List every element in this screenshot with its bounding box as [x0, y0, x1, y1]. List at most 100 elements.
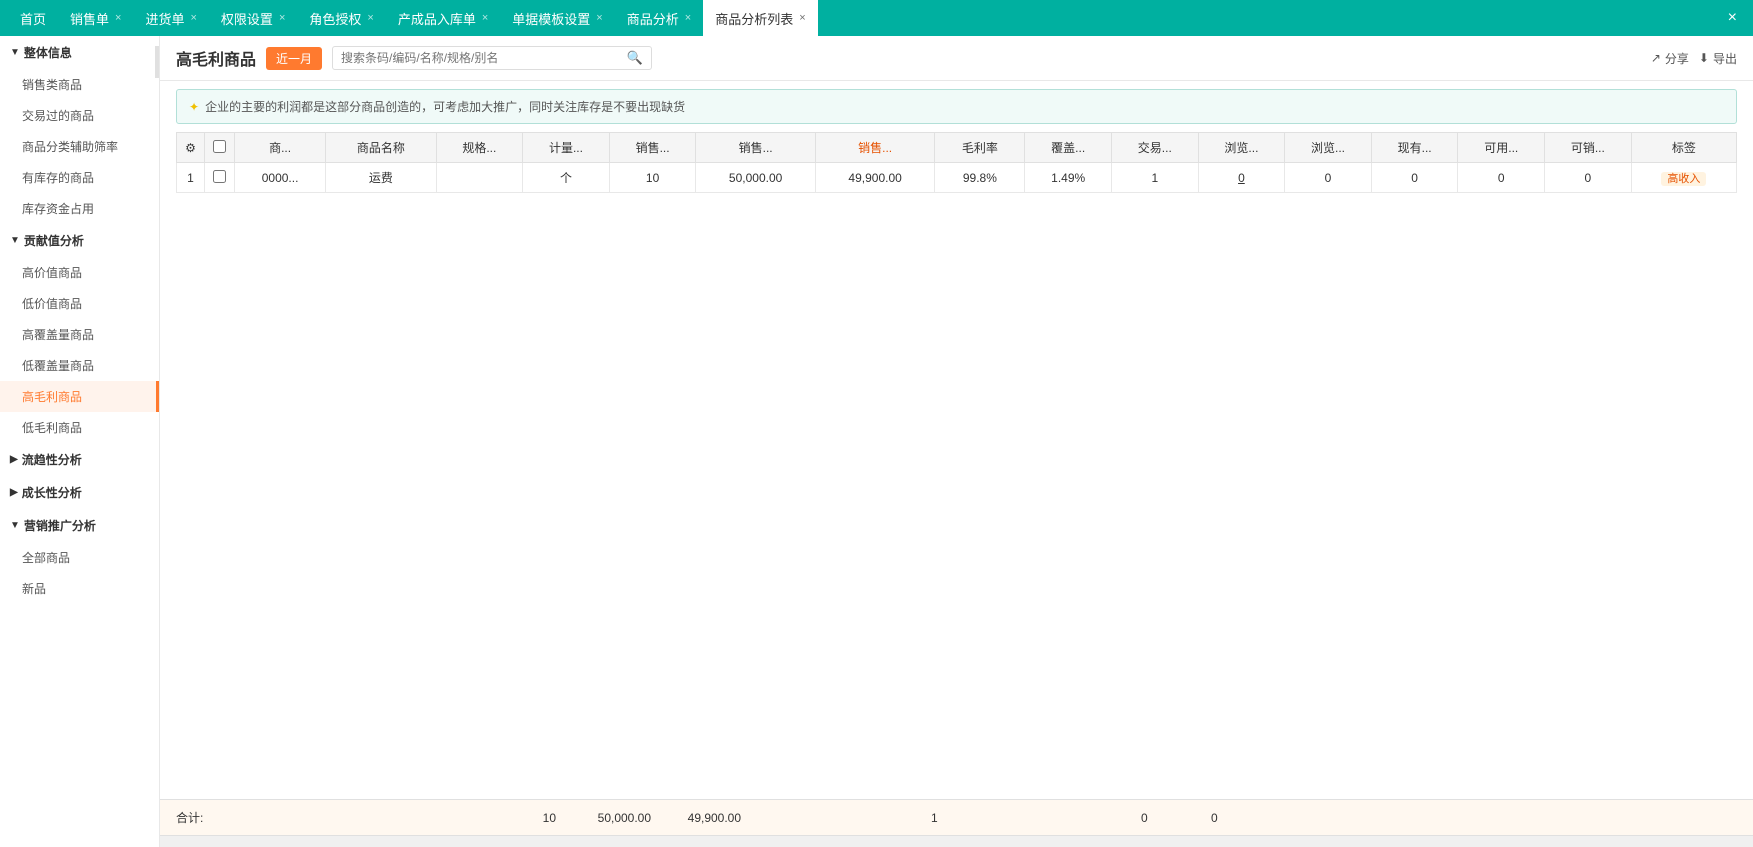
sidebar-item-high-value[interactable]: 高价值商品 — [0, 257, 159, 288]
header-actions: ↗ 分享 ⬇ 导出 — [1651, 50, 1737, 67]
search-input[interactable] — [341, 51, 627, 65]
cell-check[interactable] — [205, 163, 235, 193]
top-navigation: 首页 销售单 × 进货单 × 权限设置 × 角色授权 × 产成品入库单 × 单据… — [0, 0, 1753, 36]
sidebar-item-stock-capital[interactable]: 库存资金占用 — [0, 193, 159, 224]
close-purchase-order[interactable]: × — [190, 12, 196, 24]
content-area: 高毛利商品 近一月 🔍 ↗ 分享 ⬇ 导出 ✦ 企业的主要的利润都是这部分商品创… — [160, 36, 1753, 847]
cell-sales-amount: 50,000.00 — [696, 163, 816, 193]
info-star-icon: ✦ — [189, 100, 199, 114]
sidebar-item-traded-goods[interactable]: 交易过的商品 — [0, 100, 159, 131]
th-current-stock[interactable]: 现有... — [1371, 133, 1458, 163]
close-role-permission[interactable]: × — [367, 12, 373, 24]
cell-available: 0 — [1458, 163, 1545, 193]
close-template-settings[interactable]: × — [596, 12, 602, 24]
close-product-analysis[interactable]: × — [685, 12, 691, 24]
cell-saleable: 0 — [1545, 163, 1632, 193]
nav-product-entry[interactable]: 产成品入库单 × — [386, 0, 500, 36]
cell-index: 1 — [177, 163, 205, 193]
th-settings[interactable]: ⚙ — [177, 133, 205, 163]
sidebar-group-trend-analysis[interactable]: ▶ 流趋性分析 — [0, 443, 159, 476]
footer-transactions: 1 — [899, 811, 969, 825]
sidebar-item-low-sales-volume[interactable]: 低覆盖量商品 — [0, 350, 159, 381]
sidebar-item-high-sales-volume[interactable]: 高覆盖量商品 — [0, 319, 159, 350]
growth-analysis-arrow: ▶ — [10, 487, 18, 498]
share-button[interactable]: ↗ 分享 — [1651, 50, 1689, 67]
export-icon: ⬇ — [1699, 51, 1709, 65]
nav-home[interactable]: 首页 — [8, 0, 58, 36]
nav-permission-settings[interactable]: 权限设置 × — [209, 0, 297, 36]
window-close-button[interactable]: × — [1720, 9, 1745, 27]
footer-label: 合计: — [176, 809, 203, 826]
overall-info-arrow: ▼ — [10, 47, 20, 58]
cell-margin-rate: 99.8% — [935, 163, 1025, 193]
th-sales-amount[interactable]: 销售... — [696, 133, 816, 163]
th-transactions[interactable]: 交易... — [1112, 133, 1199, 163]
sidebar-group-marketing-analysis[interactable]: ▼ 营销推广分析 — [0, 509, 159, 542]
close-permission-settings[interactable]: × — [279, 12, 285, 24]
cell-transactions: 1 — [1112, 163, 1199, 193]
sidebar-item-all-goods[interactable]: 全部商品 — [0, 542, 159, 573]
nav-product-analysis-list[interactable]: 商品分析列表 × — [703, 0, 817, 36]
close-product-entry[interactable]: × — [482, 12, 488, 24]
finance-analysis-arrow: ▼ — [10, 235, 20, 246]
cell-sales-qty: 10 — [609, 163, 696, 193]
nav-role-permission[interactable]: 角色授权 × — [297, 0, 385, 36]
footer-available: 0 — [1179, 811, 1249, 825]
cell-browse1: 0 — [1198, 163, 1285, 193]
sidebar-item-high-margin[interactable]: 高毛利商品 — [0, 381, 159, 412]
th-unit[interactable]: 计量... — [523, 133, 610, 163]
th-browse1[interactable]: 浏览... — [1198, 133, 1285, 163]
th-name[interactable]: 商品名称 — [326, 133, 436, 163]
export-button[interactable]: ⬇ 导出 — [1699, 50, 1737, 67]
nav-product-analysis[interactable]: 商品分析 × — [615, 0, 703, 36]
table-wrapper[interactable]: ⚙ 商... 商品名称 规格... 计量... — [176, 132, 1737, 799]
th-tag[interactable]: 标签 — [1631, 133, 1736, 163]
sidebar-group-finance-analysis[interactable]: ▼ 贡献值分析 — [0, 224, 159, 257]
content-header: 高毛利商品 近一月 🔍 ↗ 分享 ⬇ 导出 — [160, 36, 1753, 81]
sidebar-item-in-stock[interactable]: 有库存的商品 — [0, 162, 159, 193]
th-checkbox[interactable] — [205, 133, 235, 163]
sidebar-item-low-value[interactable]: 低价值商品 — [0, 288, 159, 319]
cell-unit: 个 — [523, 163, 610, 193]
th-coverage[interactable]: 覆盖... — [1025, 133, 1112, 163]
cell-browse2: 0 — [1285, 163, 1372, 193]
th-margin-rate[interactable]: 毛利率 — [935, 133, 1025, 163]
table-header-row: ⚙ 商... 商品名称 规格... 计量... — [177, 133, 1737, 163]
select-all-checkbox[interactable] — [213, 140, 226, 153]
footer-sales-qty: 10 — [519, 811, 579, 825]
search-box: 🔍 — [332, 46, 652, 70]
close-product-analysis-list[interactable]: × — [799, 12, 805, 24]
close-sales-order[interactable]: × — [115, 12, 121, 24]
marketing-analysis-arrow: ▼ — [10, 520, 20, 531]
th-sales-cost[interactable]: 销售... — [815, 133, 935, 163]
th-spec[interactable]: 规格... — [436, 133, 523, 163]
th-browse2[interactable]: 浏览... — [1285, 133, 1372, 163]
th-saleable[interactable]: 可销... — [1545, 133, 1632, 163]
page-title: 高毛利商品 — [176, 46, 256, 70]
bottom-scrollbar[interactable] — [160, 835, 1753, 847]
share-icon: ↗ — [1651, 51, 1661, 65]
cell-spec — [436, 163, 523, 193]
table-footer: 合计: 10 50,000.00 49,900.00 1 0 0 — [160, 799, 1753, 835]
sidebar-item-conversion-rate[interactable]: 商品分类辅助筛率 — [0, 131, 159, 162]
sidebar-item-new-goods[interactable]: 新品 — [0, 573, 159, 604]
footer-sales-cost: 49,900.00 — [669, 811, 759, 825]
sidebar-group-overall-info[interactable]: ▼ 整体信息 — [0, 36, 159, 69]
filter-last-month-button[interactable]: 近一月 — [266, 47, 322, 70]
cell-tag: 高收入 — [1631, 163, 1736, 193]
sidebar-group-growth-analysis[interactable]: ▶ 成长性分析 — [0, 476, 159, 509]
footer-cells: 10 50,000.00 49,900.00 1 0 0 — [223, 811, 1737, 825]
nav-sales-order[interactable]: 销售单 × — [58, 0, 133, 36]
th-available[interactable]: 可用... — [1458, 133, 1545, 163]
product-table: ⚙ 商... 商品名称 规格... 计量... — [176, 132, 1737, 193]
row-checkbox[interactable] — [213, 170, 226, 183]
nav-purchase-order[interactable]: 进货单 × — [133, 0, 208, 36]
th-sales-qty[interactable]: 销售... — [609, 133, 696, 163]
th-code[interactable]: 商... — [235, 133, 326, 163]
sidebar-item-sales-ranking[interactable]: 销售类商品 — [0, 69, 159, 100]
sidebar-item-low-margin[interactable]: 低毛利商品 — [0, 412, 159, 443]
trend-analysis-arrow: ▶ — [10, 454, 18, 465]
cell-sales-cost: 49,900.00 — [815, 163, 935, 193]
nav-template-settings[interactable]: 单据模板设置 × — [500, 0, 614, 36]
search-icon[interactable]: 🔍 — [627, 50, 643, 66]
